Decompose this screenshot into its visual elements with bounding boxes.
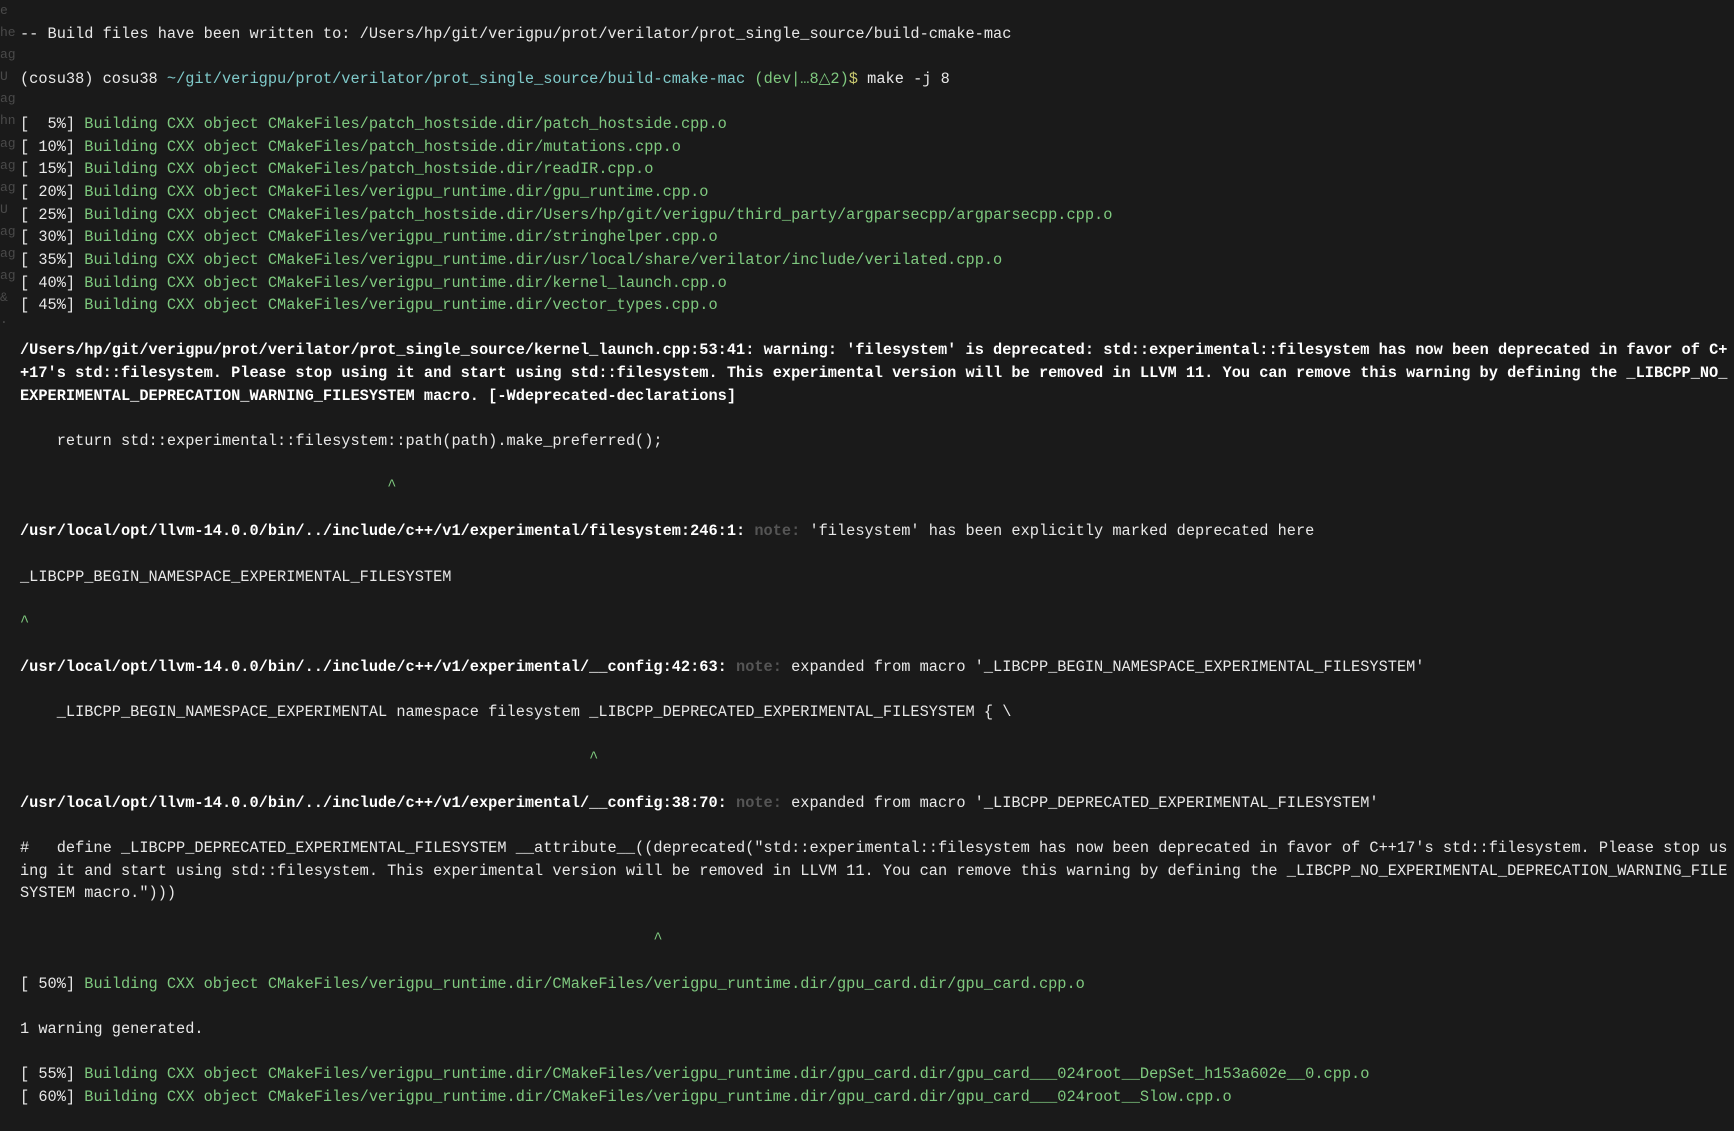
build-percent: [ 25%] <box>20 206 84 224</box>
build-progress-line: [ 15%] Building CXX object CMakeFiles/pa… <box>20 158 1730 181</box>
warning-caret: ^ <box>20 475 1730 498</box>
build-message: Building CXX object CMakeFiles/verigpu_r… <box>84 1088 1231 1106</box>
build-progress-line: [ 25%] Building CXX object CMakeFiles/pa… <box>20 204 1730 227</box>
build-percent: [ 15%] <box>20 160 84 178</box>
build-progress-line: [ 50%] Building CXX object CMakeFiles/ve… <box>20 973 1730 996</box>
build-message: Building CXX object CMakeFiles/verigpu_r… <box>84 975 1085 993</box>
note-label: note: <box>736 658 791 676</box>
note-code: _LIBCPP_BEGIN_NAMESPACE_EXPERIMENTAL_FIL… <box>20 566 1730 589</box>
build-progress-line: [ 10%] Building CXX object CMakeFiles/pa… <box>20 136 1730 159</box>
note-code: _LIBCPP_BEGIN_NAMESPACE_EXPERIMENTAL nam… <box>20 701 1730 724</box>
build-percent: [ 55%] <box>20 1065 84 1083</box>
warning-label: warning: <box>764 341 847 359</box>
build-progress-line: [ 30%] Building CXX object CMakeFiles/ve… <box>20 226 1730 249</box>
build-percent: [ 5%] <box>20 115 84 133</box>
build-percent: [ 45%] <box>20 296 84 314</box>
compiler-note-1: /usr/local/opt/llvm-14.0.0/bin/../includ… <box>20 520 1730 543</box>
venv-name: (cosu38) <box>20 70 93 88</box>
host-name: cosu38 <box>103 70 158 88</box>
build-message: Building CXX object CMakeFiles/verigpu_r… <box>84 296 717 314</box>
warning-count: 1 warning generated. <box>20 1018 1730 1041</box>
warning-code: return std::experimental::filesystem::pa… <box>20 430 1730 453</box>
build-message: Building CXX object CMakeFiles/verigpu_r… <box>84 183 708 201</box>
build-percent: [ 60%] <box>20 1088 84 1106</box>
note-file: /usr/local/opt/llvm-14.0.0/bin/../includ… <box>20 522 754 540</box>
build-message: Building CXX object CMakeFiles/patch_hos… <box>84 115 727 133</box>
shell-prompt-line: (cosu38) cosu38 ~/git/verigpu/prot/veril… <box>20 68 1730 91</box>
note-label: note: <box>736 794 791 812</box>
build-path-line: -- Build files have been written to: /Us… <box>20 23 1730 46</box>
note-caret: ^ <box>20 611 1730 634</box>
compiler-warning: /Users/hp/git/verigpu/prot/verilator/pro… <box>20 339 1730 407</box>
build-message: Building CXX object CMakeFiles/verigpu_r… <box>84 1065 1369 1083</box>
prompt-separator: $ <box>849 70 858 88</box>
build-percent: [ 20%] <box>20 183 84 201</box>
build-progress-line: [ 40%] Building CXX object CMakeFiles/ve… <box>20 272 1730 295</box>
build-message: Building CXX object CMakeFiles/verigpu_r… <box>84 274 727 292</box>
command-text: make -j 8 <box>867 70 950 88</box>
build-message: Building CXX object CMakeFiles/verigpu_r… <box>84 251 1002 269</box>
build-message: Building CXX object CMakeFiles/patch_hos… <box>84 138 681 156</box>
cwd-path: ~/git/verigpu/prot/verilator/prot_single… <box>167 70 745 88</box>
build-percent: [ 30%] <box>20 228 84 246</box>
warning-file: /Users/hp/git/verigpu/prot/verilator/pro… <box>20 341 764 359</box>
build-percent: [ 50%] <box>20 975 84 993</box>
git-branch-status: (dev|…8△2) <box>754 70 848 88</box>
note-text: expanded from macro '_LIBCPP_DEPRECATED_… <box>791 794 1379 812</box>
build-progress-line: [ 20%] Building CXX object CMakeFiles/ve… <box>20 181 1730 204</box>
build-percent: [ 40%] <box>20 274 84 292</box>
note-file: /usr/local/opt/llvm-14.0.0/bin/../includ… <box>20 658 736 676</box>
note-caret: ^ <box>20 747 1730 770</box>
build-message: Building CXX object CMakeFiles/patch_hos… <box>84 160 653 178</box>
terminal-output[interactable]: -- Build files have been written to: /Us… <box>20 0 1734 1131</box>
note-text: 'filesystem' has been explicitly marked … <box>809 522 1314 540</box>
build-progress-line: [ 35%] Building CXX object CMakeFiles/ve… <box>20 249 1730 272</box>
build-percent: [ 10%] <box>20 138 84 156</box>
build-message: Building CXX object CMakeFiles/patch_hos… <box>84 206 1112 224</box>
note-text: expanded from macro '_LIBCPP_BEGIN_NAMES… <box>791 658 1424 676</box>
note-code: # define _LIBCPP_DEPRECATED_EXPERIMENTAL… <box>20 837 1730 905</box>
editor-gutter: e he ag U ag hn ag ag ag U ag ag ag & . <box>0 0 18 1060</box>
compiler-note-3: /usr/local/opt/llvm-14.0.0/bin/../includ… <box>20 792 1730 815</box>
note-file: /usr/local/opt/llvm-14.0.0/bin/../includ… <box>20 794 736 812</box>
build-progress-line: [ 55%] Building CXX object CMakeFiles/ve… <box>20 1063 1730 1086</box>
note-caret: ^ <box>20 928 1730 951</box>
compiler-note-2: /usr/local/opt/llvm-14.0.0/bin/../includ… <box>20 656 1730 679</box>
build-progress-line: [ 5%] Building CXX object CMakeFiles/pat… <box>20 113 1730 136</box>
build-progress-line: [ 60%] Building CXX object CMakeFiles/ve… <box>20 1086 1730 1109</box>
build-progress-line: [ 45%] Building CXX object CMakeFiles/ve… <box>20 294 1730 317</box>
note-label: note: <box>754 522 809 540</box>
build-message: Building CXX object CMakeFiles/verigpu_r… <box>84 228 717 246</box>
build-percent: [ 35%] <box>20 251 84 269</box>
